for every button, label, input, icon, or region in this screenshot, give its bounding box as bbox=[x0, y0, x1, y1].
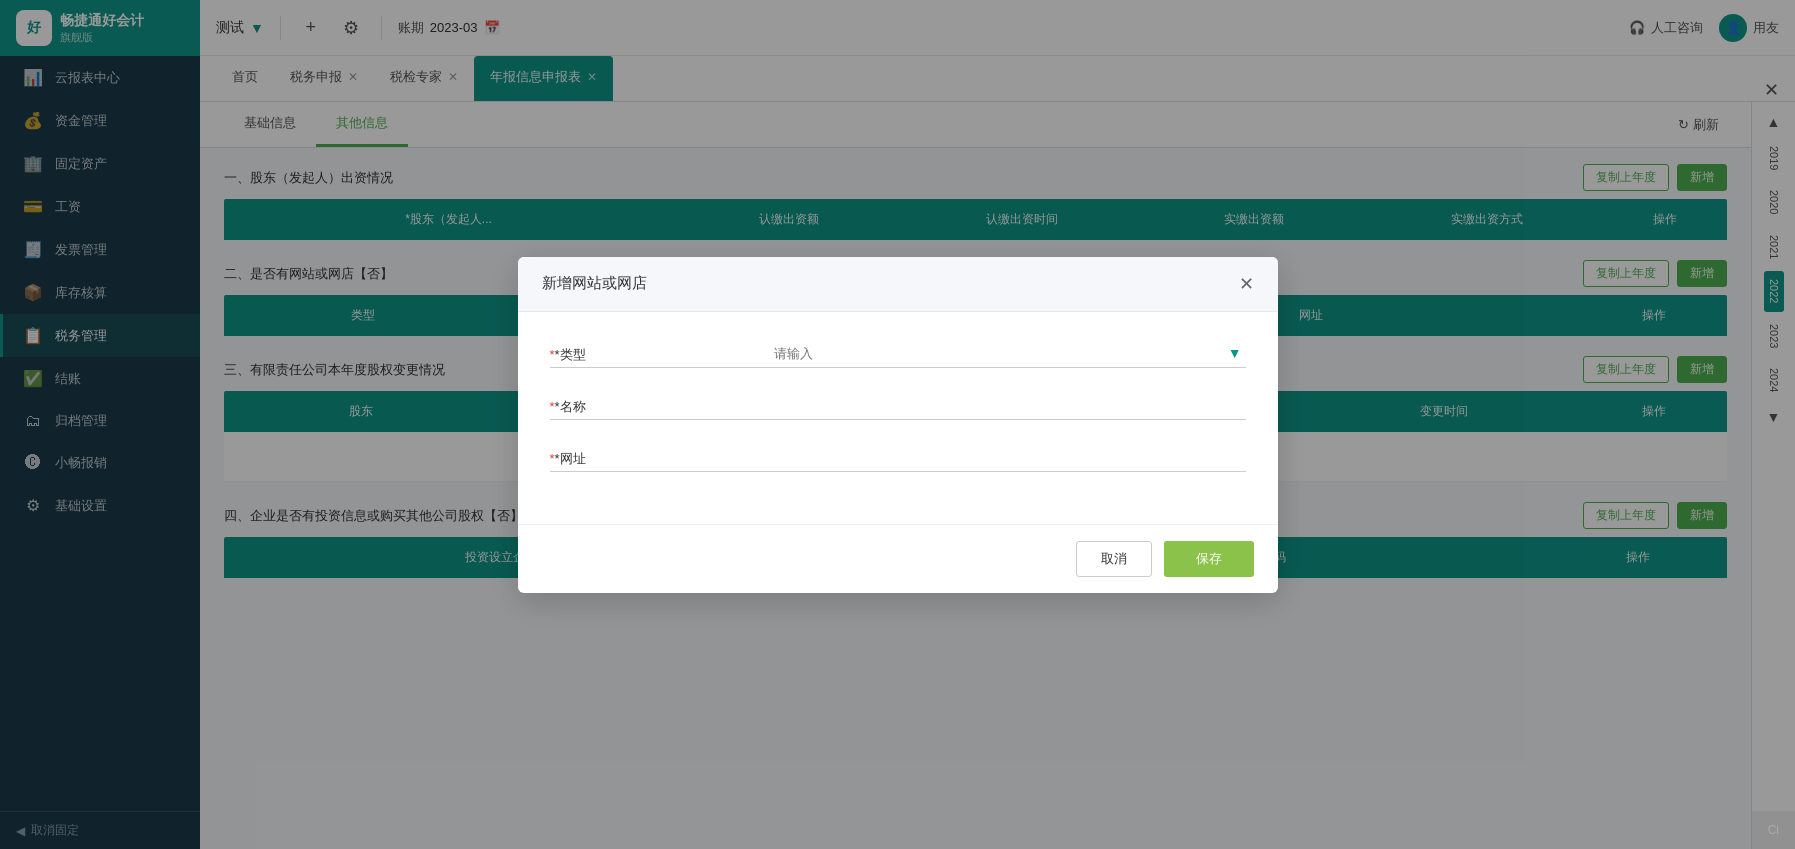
form-row-url: **网址 bbox=[550, 444, 1246, 472]
modal-title: 新增网站或网店 bbox=[542, 274, 647, 293]
save-button[interactable]: 保存 bbox=[1164, 541, 1254, 577]
modal-add-website: 新增网站或网店 ✕ **类型 ▼ **名称 bbox=[518, 257, 1278, 593]
type-input[interactable] bbox=[550, 340, 1246, 367]
url-input-wrap: **网址 bbox=[550, 444, 1246, 472]
watermark-text: Ci bbox=[1768, 823, 1779, 837]
form-row-type: **类型 ▼ bbox=[550, 340, 1246, 368]
url-label: **网址 bbox=[550, 450, 586, 468]
dropdown-arrow-icon: ▼ bbox=[1228, 345, 1242, 361]
name-input-wrap: **名称 bbox=[550, 392, 1246, 420]
name-label: **名称 bbox=[550, 398, 586, 416]
modal-overlay[interactable]: 新增网站或网店 ✕ **类型 ▼ **名称 bbox=[0, 0, 1795, 849]
modal-footer: 取消 保存 bbox=[518, 524, 1278, 593]
type-label: **类型 bbox=[550, 346, 586, 364]
form-row-name: **名称 bbox=[550, 392, 1246, 420]
modal-close-button[interactable]: ✕ bbox=[1239, 273, 1254, 295]
name-input[interactable] bbox=[550, 392, 1246, 419]
watermark-bar: Ci bbox=[1752, 811, 1795, 849]
url-input[interactable] bbox=[550, 444, 1246, 471]
modal-body: **类型 ▼ **名称 **网址 bbox=[518, 312, 1278, 524]
cancel-button[interactable]: 取消 bbox=[1076, 541, 1152, 577]
modal-header: 新增网站或网店 ✕ bbox=[518, 257, 1278, 312]
type-input-wrap: **类型 ▼ bbox=[550, 340, 1246, 368]
